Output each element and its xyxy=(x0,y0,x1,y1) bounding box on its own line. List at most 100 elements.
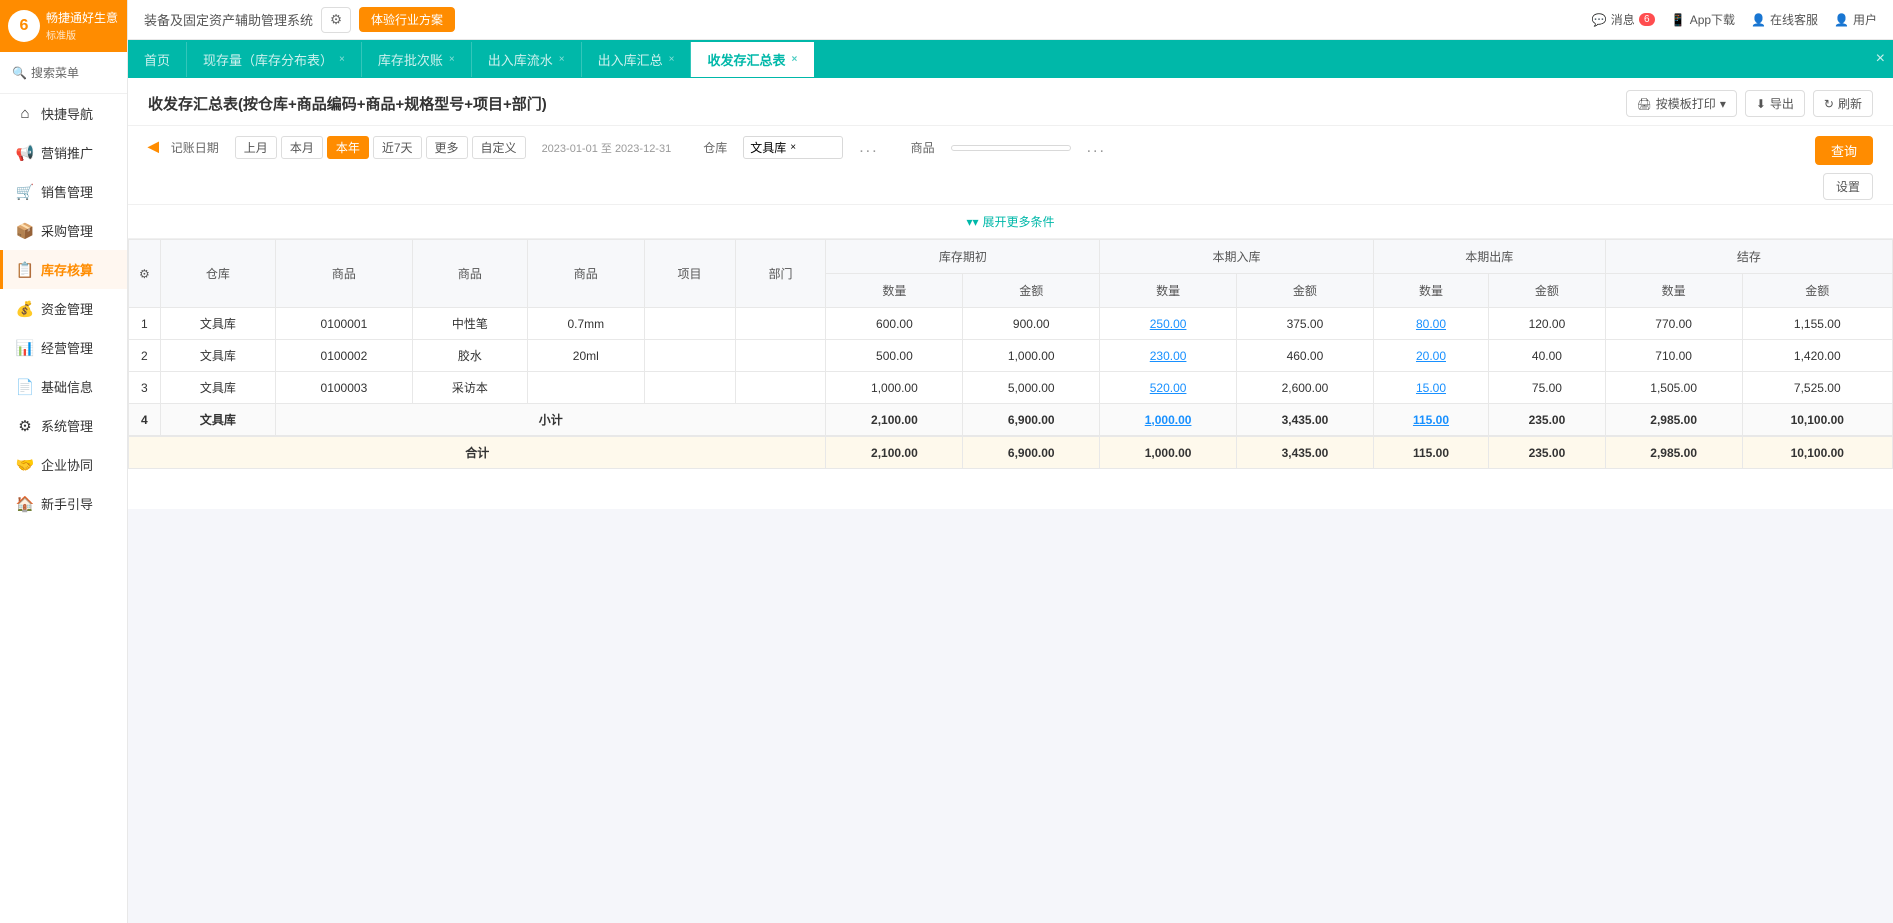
sidebar-item-finance[interactable]: 💰 资金管理 xyxy=(0,289,127,328)
in-qty-link[interactable]: 520.00 xyxy=(1150,381,1187,395)
th-settings[interactable]: ⚙ xyxy=(129,240,161,308)
messages-action[interactable]: 💬 消息 6 xyxy=(1592,11,1655,28)
th-begin-amt: 金额 xyxy=(963,274,1100,308)
search-menu-label: 搜索菜单 xyxy=(31,64,79,81)
subtotal-in-qty[interactable]: 1,000.00 xyxy=(1100,404,1237,437)
sidebar-item-label: 系统管理 xyxy=(41,416,93,435)
th-in-amt: 金额 xyxy=(1237,274,1374,308)
user-action[interactable]: 👤 用户 xyxy=(1834,11,1877,28)
subtotal-out-qty[interactable]: 115.00 xyxy=(1373,404,1488,437)
tab-close-icon[interactable]: × xyxy=(449,54,455,65)
tab-label: 收发存汇总表 xyxy=(707,50,785,69)
date-btn-last-month[interactable]: 上月 xyxy=(235,136,277,159)
out-qty-link[interactable]: 15.00 xyxy=(1416,381,1446,395)
row-in-qty[interactable]: 230.00 xyxy=(1100,340,1237,372)
date-btn-custom[interactable]: 自定义 xyxy=(472,136,526,159)
trial-button[interactable]: 体验行业方案 xyxy=(359,7,455,32)
sidebar-item-basic[interactable]: 📄 基础信息 xyxy=(0,367,127,406)
tab-inout-flow[interactable]: 出入库流水 × xyxy=(472,42,582,77)
tab-stock-dist[interactable]: 现存量（库存分布表） × xyxy=(187,42,362,77)
sidebar-item-label: 企业协同 xyxy=(41,455,93,474)
operations-icon: 📊 xyxy=(15,339,35,357)
settings-filter-button[interactable]: 设置 xyxy=(1823,173,1873,200)
th-begin-qty: 数量 xyxy=(826,274,963,308)
row-no: 2 xyxy=(129,340,161,372)
date-btn-this-month[interactable]: 本月 xyxy=(281,136,323,159)
sidebar-item-enterprise[interactable]: 🤝 企业协同 xyxy=(0,445,127,484)
row-code: 0100003 xyxy=(275,372,412,404)
row-end-qty: 710.00 xyxy=(1605,340,1742,372)
tab-collect-summary[interactable]: 收发存汇总表 × xyxy=(691,42,814,77)
search-menu-button[interactable]: 🔍 搜索菜单 xyxy=(8,60,119,85)
download-icon: 📱 xyxy=(1671,13,1686,27)
sidebar-item-guide[interactable]: 🏠 新手引导 xyxy=(0,484,127,523)
service-icon: 👤 xyxy=(1751,13,1766,27)
query-button[interactable]: 查询 xyxy=(1815,136,1873,165)
sidebar-item-inventory[interactable]: 📋 库存核算 xyxy=(0,250,127,289)
filter-row-1: 记账日期 上月 本月 本年 近7天 更多 自定义 2023-01-01 至 20… xyxy=(171,136,1803,159)
in-qty-link[interactable]: 230.00 xyxy=(1150,349,1187,363)
date-label: 记账日期 xyxy=(171,139,219,156)
tab-close-icon[interactable]: × xyxy=(791,54,797,65)
goods-filter-input[interactable] xyxy=(951,145,1071,151)
date-btn-more[interactable]: 更多 xyxy=(426,136,468,159)
tab-bar: 首页 现存量（库存分布表） × 库存批次账 × 出入库流水 × 出入库汇总 × … xyxy=(128,40,1893,78)
sidebar-nav: ⌂ 快捷导航 📢 营销推广 🛒 销售管理 📦 采购管理 📋 库存核算 💰 资金管… xyxy=(0,94,127,923)
row-no: 3 xyxy=(129,372,161,404)
row-code: 0100001 xyxy=(275,308,412,340)
sidebar-item-marketing[interactable]: 📢 营销推广 xyxy=(0,133,127,172)
warehouse-more-icon[interactable]: ... xyxy=(859,139,878,157)
subtotal-end-amt: 10,100.00 xyxy=(1742,404,1892,437)
th-name: 商品 xyxy=(412,240,527,308)
sidebar-item-operations[interactable]: 📊 经营管理 xyxy=(0,328,127,367)
toggle-filter-button[interactable]: ◀ xyxy=(148,138,159,155)
sidebar-search[interactable]: 🔍 搜索菜单 xyxy=(0,52,127,94)
expand-conditions-button[interactable]: ▾▾ 展开更多条件 xyxy=(966,209,1054,234)
tab-home[interactable]: 首页 xyxy=(128,42,187,77)
export-button[interactable]: ⬇ 导出 xyxy=(1745,90,1805,117)
row-in-qty[interactable]: 520.00 xyxy=(1100,372,1237,404)
refresh-button[interactable]: ↻ 刷新 xyxy=(1813,90,1873,117)
refresh-icon: ↻ xyxy=(1824,97,1834,111)
content-area: 收发存汇总表(按仓库+商品编码+商品+规格型号+项目+部门) 🖨 按模板打印 ▾… xyxy=(128,78,1893,923)
row-dept xyxy=(735,372,826,404)
in-qty-link[interactable]: 250.00 xyxy=(1150,317,1187,331)
tab-batch-ledger[interactable]: 库存批次账 × xyxy=(362,42,472,77)
sidebar-item-quick-nav[interactable]: ⌂ 快捷导航 xyxy=(0,94,127,133)
tab-close-icon[interactable]: × xyxy=(669,54,675,65)
row-out-amt: 75.00 xyxy=(1489,372,1606,404)
goods-more-icon[interactable]: ... xyxy=(1087,139,1106,157)
row-no: 1 xyxy=(129,308,161,340)
sidebar-item-system[interactable]: ⚙ 系统管理 xyxy=(0,406,127,445)
tab-end-close-icon[interactable]: × xyxy=(1876,50,1885,67)
warehouse-filter-input[interactable]: 文具库 × xyxy=(743,136,843,159)
row-project xyxy=(644,308,735,340)
warehouse-tag-close-icon[interactable]: × xyxy=(790,142,796,153)
tab-inout-summary[interactable]: 出入库汇总 × xyxy=(582,42,692,77)
subtotal-no: 4 xyxy=(129,404,161,437)
tab-close-icon[interactable]: × xyxy=(339,54,345,65)
settings-button[interactable]: ⚙ xyxy=(321,7,351,33)
subtotal-in-qty-link[interactable]: 1,000.00 xyxy=(1145,413,1192,427)
row-out-qty[interactable]: 80.00 xyxy=(1373,308,1488,340)
out-qty-link[interactable]: 80.00 xyxy=(1416,317,1446,331)
tab-close-icon[interactable]: × xyxy=(559,54,565,65)
date-btn-7days[interactable]: 近7天 xyxy=(373,136,422,159)
online-service-action[interactable]: 👤 在线客服 xyxy=(1751,11,1818,28)
date-btn-this-year[interactable]: 本年 xyxy=(327,136,369,159)
print-button[interactable]: 🖨 按模板打印 ▾ xyxy=(1626,90,1737,117)
sidebar-item-purchase[interactable]: 📦 采购管理 xyxy=(0,211,127,250)
app-download-action[interactable]: 📱 App下载 xyxy=(1671,11,1735,28)
row-dept xyxy=(735,308,826,340)
row-out-qty[interactable]: 15.00 xyxy=(1373,372,1488,404)
footer-out-amt: 235.00 xyxy=(1489,436,1606,469)
sidebar-item-sales[interactable]: 🛒 销售管理 xyxy=(0,172,127,211)
subtotal-out-qty-link[interactable]: 115.00 xyxy=(1413,413,1449,427)
footer-begin-amt: 6,900.00 xyxy=(963,436,1100,469)
row-warehouse: 文具库 xyxy=(160,372,275,404)
row-in-qty[interactable]: 250.00 xyxy=(1100,308,1237,340)
tab-label: 首页 xyxy=(144,50,170,69)
row-in-amt: 375.00 xyxy=(1237,308,1374,340)
row-out-qty[interactable]: 20.00 xyxy=(1373,340,1488,372)
out-qty-link[interactable]: 20.00 xyxy=(1416,349,1446,363)
